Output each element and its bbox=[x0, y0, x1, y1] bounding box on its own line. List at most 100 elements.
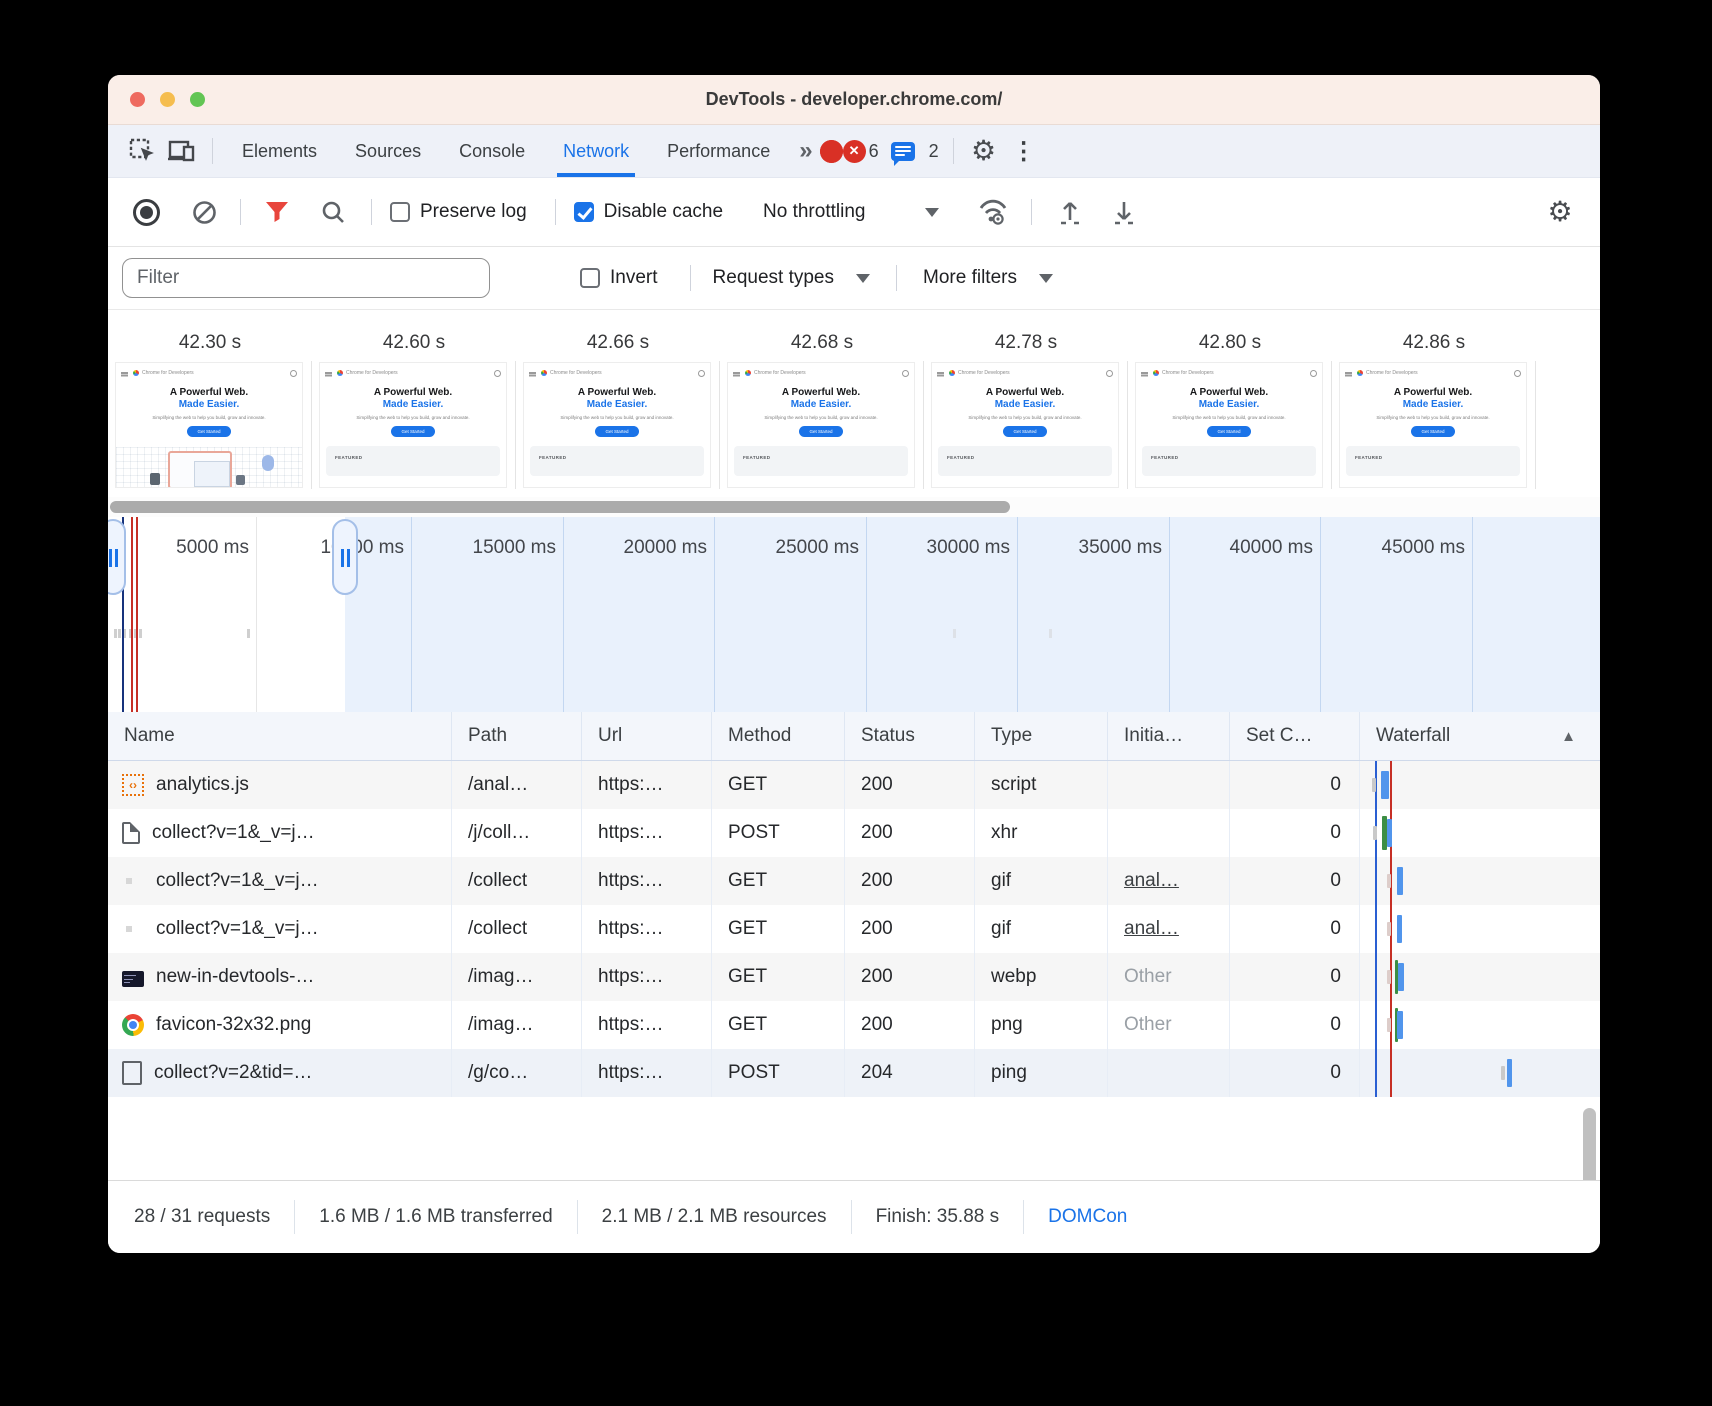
frame-divider bbox=[1535, 361, 1536, 489]
column-header-waterfall[interactable]: Waterfall▲ bbox=[1360, 712, 1600, 760]
issues-icon[interactable] bbox=[883, 131, 923, 171]
tab-elements[interactable]: Elements bbox=[236, 125, 323, 177]
throttling-select[interactable]: No throttling bbox=[763, 201, 865, 223]
initiator-link[interactable]: anal… bbox=[1124, 918, 1179, 940]
waterfall-dcl-line bbox=[1375, 761, 1377, 1097]
search-icon bbox=[902, 370, 909, 377]
waterfall-bar-blue bbox=[1387, 819, 1392, 847]
chrome-logo-icon bbox=[1153, 370, 1159, 376]
filmstrip-frame[interactable]: 42.68 sChrome for DevelopersA Powerful W… bbox=[720, 310, 924, 497]
column-header-type[interactable]: Type bbox=[975, 712, 1108, 760]
devtools-window: DevTools - developer.chrome.com/ Element… bbox=[108, 75, 1600, 1253]
thumbnail-get-started-button: Get Started bbox=[391, 426, 434, 437]
timeline-left-handle[interactable] bbox=[108, 519, 126, 595]
filter-input[interactable] bbox=[122, 258, 490, 298]
network-toolbar: Preserve log Disable cache No throttling… bbox=[108, 178, 1600, 247]
tab-network[interactable]: Network bbox=[557, 125, 635, 177]
timeline-activity-mark bbox=[953, 629, 956, 638]
preserve-log-checkbox[interactable] bbox=[390, 202, 410, 222]
url-cell: https:… bbox=[582, 1001, 712, 1049]
thumbnail-get-started-button: Get Started bbox=[1003, 426, 1046, 437]
table-scrollbar-thumb[interactable] bbox=[1583, 1108, 1596, 1188]
column-header-method[interactable]: Method bbox=[712, 712, 845, 760]
settings-gear-icon[interactable]: ⚙ bbox=[964, 131, 1004, 171]
network-settings-gear-icon[interactable]: ⚙ bbox=[1540, 192, 1580, 232]
column-header-setc[interactable]: Set C… bbox=[1230, 712, 1360, 760]
method-cell: GET bbox=[712, 953, 845, 1001]
waterfall-cell bbox=[1360, 857, 1600, 905]
path-cell: /g/co… bbox=[452, 1049, 582, 1097]
invert-checkbox[interactable] bbox=[580, 268, 600, 288]
filmstrip-frame[interactable]: 42.66 sChrome for DevelopersA Powerful W… bbox=[516, 310, 720, 497]
column-header-status[interactable]: Status bbox=[845, 712, 975, 760]
status-divider bbox=[851, 1200, 852, 1234]
thumbnail-title-line1: A Powerful Web. bbox=[320, 387, 506, 398]
tab-performance[interactable]: Performance bbox=[661, 125, 776, 177]
name-cell: collect?v=1&_v=j… bbox=[108, 809, 452, 857]
chrome-logo-icon bbox=[122, 1014, 144, 1036]
thumbnail-title-line1: A Powerful Web. bbox=[116, 387, 302, 398]
thumbnail-featured-section: FEATURED bbox=[1142, 446, 1316, 476]
column-header-name[interactable]: Name bbox=[108, 712, 452, 760]
column-header-path[interactable]: Path bbox=[452, 712, 582, 760]
url-cell: https:… bbox=[582, 953, 712, 1001]
more-tabs-icon[interactable]: » bbox=[799, 137, 812, 165]
disable-cache-checkbox[interactable] bbox=[574, 202, 594, 222]
sort-arrow-icon: ▲ bbox=[1561, 728, 1576, 745]
chrome-logo-icon bbox=[745, 370, 751, 376]
thumbnail-header: Chrome for Developers bbox=[728, 363, 914, 379]
filmstrip-frame[interactable]: 42.78 sChrome for DevelopersA Powerful W… bbox=[924, 310, 1128, 497]
thumbnail-featured-section: FEATURED bbox=[1346, 446, 1520, 476]
inspect-element-icon[interactable] bbox=[122, 131, 162, 171]
device-toolbar-icon[interactable] bbox=[162, 131, 202, 171]
timeline-right-handle[interactable] bbox=[332, 519, 358, 595]
column-header-url[interactable]: Url bbox=[582, 712, 712, 760]
initiator-cell: anal… bbox=[1108, 905, 1230, 953]
waterfall-cell bbox=[1360, 1001, 1600, 1049]
waterfall-bar-blue bbox=[1397, 1011, 1403, 1039]
thumbnail-brand: Chrome for Developers bbox=[754, 370, 806, 376]
filter-row: Invert Request types More filters bbox=[108, 247, 1600, 310]
waterfall-bar-tickfaint bbox=[1387, 1018, 1391, 1032]
load-event-line bbox=[131, 517, 133, 712]
request-types-dropdown[interactable]: Request types bbox=[713, 267, 834, 289]
waterfall-cell bbox=[1360, 953, 1600, 1001]
chrome-logo-icon bbox=[1357, 370, 1363, 376]
filmstrip-scrollbar-thumb[interactable] bbox=[110, 501, 1010, 513]
record-network-log-icon[interactable] bbox=[126, 192, 166, 232]
kebab-menu-icon[interactable]: ⋮ bbox=[1004, 131, 1044, 171]
timeline-activity-mark bbox=[118, 629, 121, 638]
status-divider bbox=[1023, 1200, 1024, 1234]
initiator-cell: Other bbox=[1108, 953, 1230, 1001]
method-cell: POST bbox=[712, 809, 845, 857]
filmstrip-frame[interactable]: 42.60 sChrome for DevelopersA Powerful W… bbox=[312, 310, 516, 497]
error-count-icon[interactable]: ✕ bbox=[823, 131, 863, 171]
request-types-arrow-icon[interactable] bbox=[856, 274, 870, 290]
thumbnail-title-line1: A Powerful Web. bbox=[1136, 387, 1322, 398]
tab-console[interactable]: Console bbox=[453, 125, 531, 177]
clear-network-log-icon[interactable] bbox=[184, 192, 224, 232]
thumbnail-illustration bbox=[116, 447, 302, 487]
tab-sources[interactable]: Sources bbox=[349, 125, 427, 177]
timeline-overview[interactable]: 5000 ms10000 ms15000 ms20000 ms25000 ms3… bbox=[108, 517, 1600, 712]
method-cell: GET bbox=[712, 761, 845, 809]
filmstrip-frame[interactable]: 42.30 sChrome for DevelopersA Powerful W… bbox=[108, 310, 312, 497]
more-filters-arrow-icon[interactable] bbox=[1039, 274, 1053, 290]
tab-strip: Elements Sources Console Network Performance bbox=[223, 125, 789, 177]
filmstrip-frame[interactable]: 42.86 sChrome for DevelopersA Powerful W… bbox=[1332, 310, 1536, 497]
network-conditions-icon[interactable] bbox=[973, 192, 1013, 232]
column-header-initia[interactable]: Initia… bbox=[1108, 712, 1230, 760]
throttling-dropdown-arrow-icon[interactable] bbox=[925, 208, 939, 224]
initiator-cell: Other bbox=[1108, 1001, 1230, 1049]
filmstrip-frame[interactable]: 42.80 sChrome for DevelopersA Powerful W… bbox=[1128, 310, 1332, 497]
thumbnail-get-started-button: Get Started bbox=[1411, 426, 1454, 437]
filter-funnel-icon[interactable] bbox=[257, 192, 297, 232]
thumbnail-title-line2: Made Easier. bbox=[728, 399, 914, 410]
search-icon[interactable] bbox=[313, 192, 353, 232]
initiator-link[interactable]: anal… bbox=[1124, 870, 1179, 892]
import-har-icon[interactable] bbox=[1050, 192, 1090, 232]
export-har-icon[interactable] bbox=[1104, 192, 1144, 232]
status-divider bbox=[294, 1200, 295, 1234]
timeline-gridline bbox=[1472, 517, 1473, 712]
more-filters-dropdown[interactable]: More filters bbox=[923, 267, 1017, 289]
